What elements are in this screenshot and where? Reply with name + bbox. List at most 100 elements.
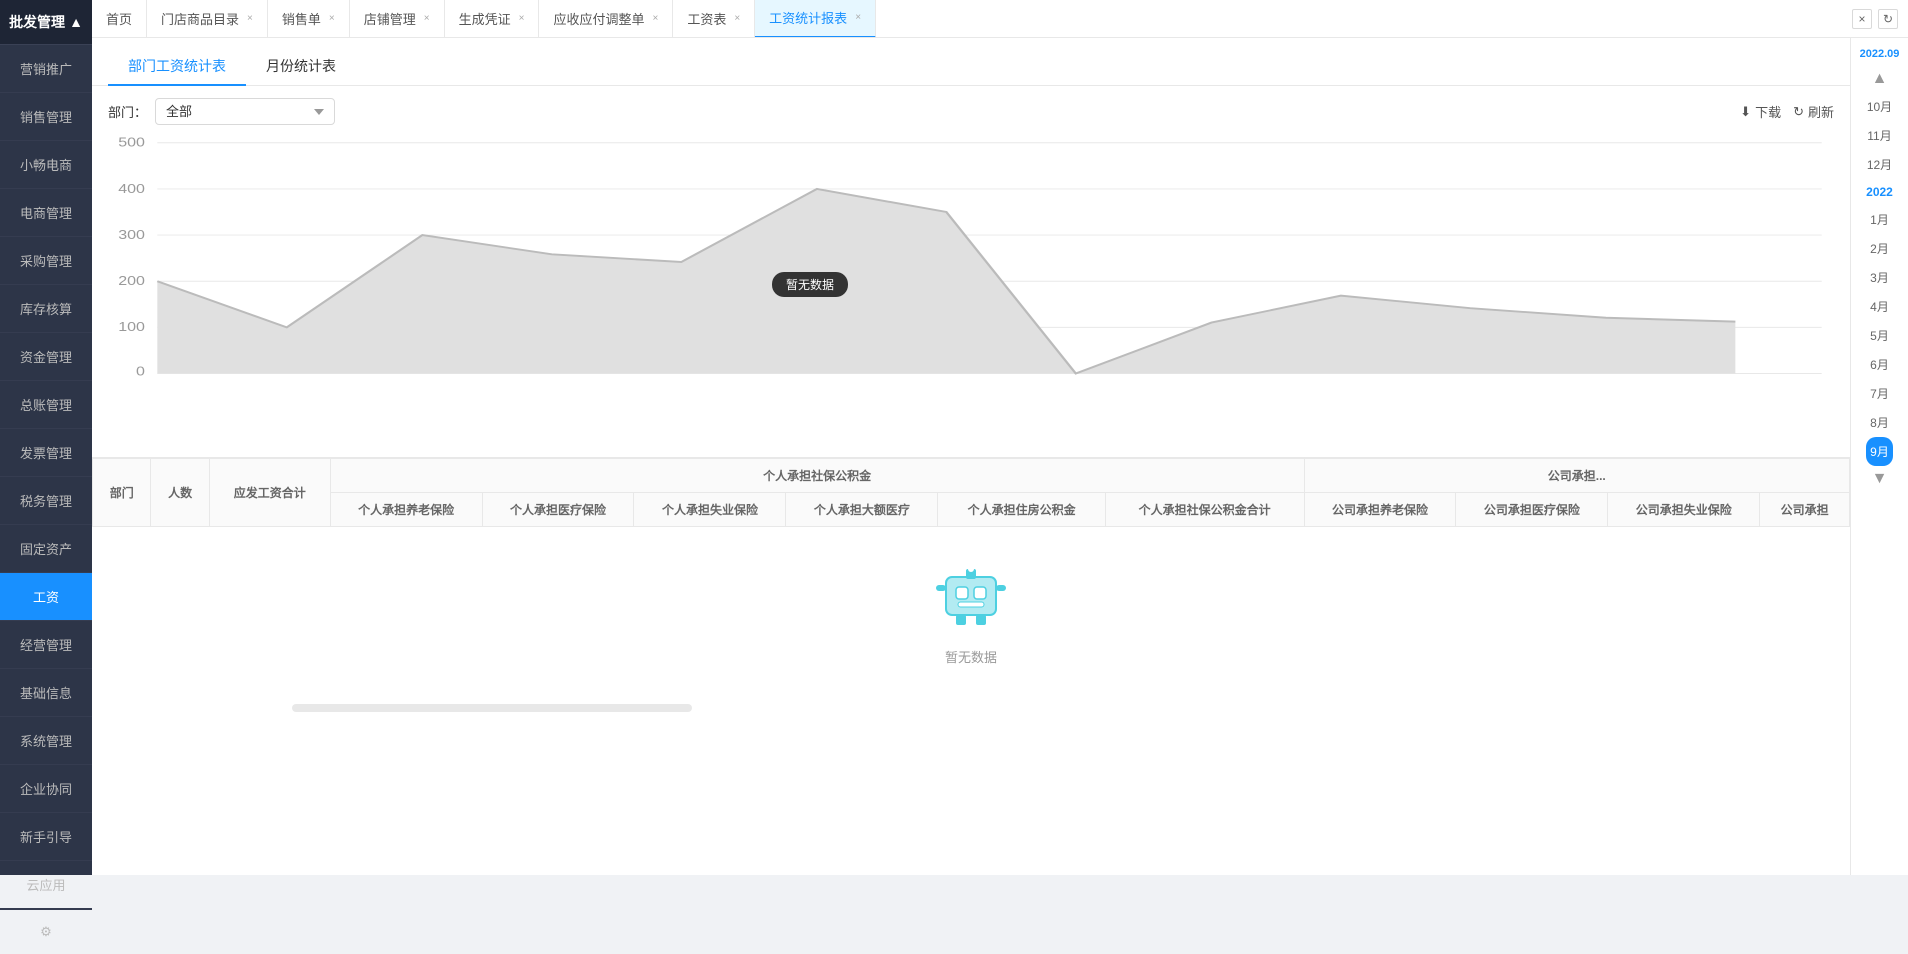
timeline-item-2月[interactable]: 2月 xyxy=(1862,234,1897,263)
toolbar-right: ⬇ 下载 ↻ 刷新 xyxy=(1740,102,1834,121)
dept-select[interactable]: 全部 xyxy=(155,98,335,125)
timeline-item-10月[interactable]: 10月 xyxy=(1862,92,1897,121)
no-data-container: 暂无数据 xyxy=(92,527,1850,696)
sidebar-top[interactable]: 批发管理 ▲ xyxy=(0,0,92,45)
refresh-icon: ↻ xyxy=(1793,104,1804,120)
col-p-medical: 个人承担医疗保险 xyxy=(482,493,634,527)
sidebar-top-icon: ▲ xyxy=(69,14,83,30)
h-scrollbar[interactable] xyxy=(292,704,692,712)
svg-text:300: 300 xyxy=(118,228,145,242)
timeline-item-2022[interactable]: 2022 xyxy=(1862,179,1897,205)
col-c-other: 公司承担 xyxy=(1760,493,1850,527)
sidebar-item-资金管理[interactable]: 资金管理 xyxy=(0,333,92,381)
sub-tab-部门工资统计表[interactable]: 部门工资统计表 xyxy=(108,48,246,86)
tab-应收应付调整单[interactable]: 应收应付调整单× xyxy=(539,0,673,38)
close-all-button[interactable]: × xyxy=(1852,9,1872,29)
sidebar-item-电商管理[interactable]: 电商管理 xyxy=(0,189,92,237)
sub-tab-月份统计表[interactable]: 月份统计表 xyxy=(246,48,356,86)
refresh-all-button[interactable]: ↻ xyxy=(1878,9,1898,29)
sidebar-item-新手引导[interactable]: 新手引导 xyxy=(0,813,92,861)
timeline-item-6月[interactable]: 6月 xyxy=(1862,350,1897,379)
sidebar-item-营销推广[interactable]: 营销推广 xyxy=(0,45,92,93)
tab-close-icon[interactable]: × xyxy=(519,13,525,24)
content-main: 部门工资统计表月份统计表 部门： 全部 ⬇ 下载 ↻ xyxy=(92,38,1850,875)
svg-text:100: 100 xyxy=(118,321,145,335)
tab-工资表[interactable]: 工资表× xyxy=(673,0,755,38)
table-wrapper[interactable]: 部门 人数 应发工资合计 个人承担社保公积金 公司承担... 个人承担养老保险 … xyxy=(92,457,1850,875)
timeline-item-7月[interactable]: 7月 xyxy=(1862,379,1897,408)
tab-门店商品目录[interactable]: 门店商品目录× xyxy=(147,0,268,38)
tab-close-icon[interactable]: × xyxy=(329,13,335,24)
col-c-unemployment: 公司承担失业保险 xyxy=(1608,493,1760,527)
refresh-button[interactable]: ↻ 刷新 xyxy=(1793,102,1834,121)
col-p-unemployment: 个人承担失业保险 xyxy=(634,493,786,527)
col-p-total: 个人承担社保公积金合计 xyxy=(1105,493,1304,527)
sidebar-settings[interactable]: ⚙ xyxy=(0,909,92,954)
col-p-pension: 个人承担养老保险 xyxy=(330,493,482,527)
svg-text:400: 400 xyxy=(118,182,145,196)
tab-label: 生成凭证 xyxy=(459,9,511,28)
tab-工资统计报表[interactable]: 工资统计报表× xyxy=(755,0,876,38)
download-icon: ⬇ xyxy=(1740,104,1751,120)
robot-icon xyxy=(931,557,1011,637)
svg-text:0: 0 xyxy=(136,365,145,379)
tab-销售单[interactable]: 销售单× xyxy=(268,0,350,38)
timeline-item-3月[interactable]: 3月 xyxy=(1862,263,1897,292)
timeline-item-4月[interactable]: 4月 xyxy=(1862,292,1897,321)
tab-店铺管理[interactable]: 店铺管理 × xyxy=(350,0,445,38)
timeline-item-12月[interactable]: 12月 xyxy=(1862,150,1897,179)
download-label: 下载 xyxy=(1755,102,1781,121)
sidebar-item-销售管理[interactable]: 销售管理 xyxy=(0,93,92,141)
tab-label: 店铺管理 xyxy=(364,9,416,28)
sidebar-item-小畅电商[interactable]: 小畅电商 xyxy=(0,141,92,189)
dept-label: 部门： xyxy=(108,102,147,121)
chart-svg: 500 400 300 200 100 0 xyxy=(108,137,1834,387)
tab-close-icon[interactable]: × xyxy=(855,12,861,23)
tab-label: 首页 xyxy=(106,9,132,28)
sidebar-item-系统管理[interactable]: 系统管理 xyxy=(0,717,92,765)
sidebar-item-库存核算[interactable]: 库存核算 xyxy=(0,285,92,333)
timeline-item-9月[interactable]: 9月 xyxy=(1866,437,1893,466)
col-c-pension: 公司承担养老保险 xyxy=(1304,493,1456,527)
sidebar-item-工资[interactable]: 工资 xyxy=(0,573,92,621)
no-data-text: 暂无数据 xyxy=(945,647,997,666)
settings-icon: ⚙ xyxy=(40,924,52,939)
sidebar-item-总账管理[interactable]: 总账管理 xyxy=(0,381,92,429)
tab-close-icon[interactable]: × xyxy=(652,13,658,24)
tab-bar-end: × ↻ xyxy=(1852,9,1908,29)
sidebar-item-税务管理[interactable]: 税务管理 xyxy=(0,477,92,525)
data-table: 部门 人数 应发工资合计 个人承担社保公积金 公司承担... 个人承担养老保险 … xyxy=(92,458,1850,527)
tab-bar: 首页门店商品目录×销售单×店铺管理×生成凭证×应收应付调整单×工资表×工资统计报… xyxy=(92,0,1908,38)
col-c-medical: 公司承担医疗保险 xyxy=(1456,493,1608,527)
timeline-item-5月[interactable]: 5月 xyxy=(1862,321,1897,350)
sidebar-item-固定资产[interactable]: 固定资产 xyxy=(0,525,92,573)
col-personal-group: 个人承担社保公积金 xyxy=(330,459,1304,493)
tab-close-icon[interactable]: × xyxy=(424,13,430,24)
download-button[interactable]: ⬇ 下载 xyxy=(1740,102,1781,121)
sidebar-item-基础信息[interactable]: 基础信息 xyxy=(0,669,92,717)
timeline-nav-up[interactable]: ▲ xyxy=(1868,66,1892,92)
sub-tabs: 部门工资统计表月份统计表 xyxy=(92,38,1850,86)
svg-text:200: 200 xyxy=(118,275,145,289)
col-count: 人数 xyxy=(151,459,209,527)
sidebar-item-发票管理[interactable]: 发票管理 xyxy=(0,429,92,477)
col-company-group: 公司承担... xyxy=(1304,459,1850,493)
tab-close-icon[interactable]: × xyxy=(734,13,740,24)
tab-生成凭证[interactable]: 生成凭证 × xyxy=(445,0,540,38)
timeline-item-11月[interactable]: 11月 xyxy=(1862,121,1897,150)
col-p-bigmedical: 个人承担大额医疗 xyxy=(786,493,938,527)
timeline-item-1月[interactable]: 1月 xyxy=(1862,205,1897,234)
timeline-nav-down[interactable]: ▼ xyxy=(1868,466,1892,492)
timeline-sidebar: 2022.09 ▲ 10月11月12月20221月2月3月4月5月6月7月8月9… xyxy=(1850,38,1908,875)
svg-text:500: 500 xyxy=(118,137,145,150)
timeline-year-label: 2022.09 xyxy=(1858,42,1902,66)
tab-close-icon[interactable]: × xyxy=(247,13,253,24)
sidebar-item-云应用[interactable]: 云应用 xyxy=(0,861,92,909)
content: 部门工资统计表月份统计表 部门： 全部 ⬇ 下载 ↻ xyxy=(92,38,1908,875)
chart-area: 500 400 300 200 100 0 xyxy=(92,137,1850,457)
timeline-item-8月[interactable]: 8月 xyxy=(1862,408,1897,437)
sidebar-item-采购管理[interactable]: 采购管理 xyxy=(0,237,92,285)
sidebar-item-经营管理[interactable]: 经营管理 xyxy=(0,621,92,669)
tab-首页[interactable]: 首页 xyxy=(92,0,147,38)
sidebar-item-企业协同[interactable]: 企业协同 xyxy=(0,765,92,813)
